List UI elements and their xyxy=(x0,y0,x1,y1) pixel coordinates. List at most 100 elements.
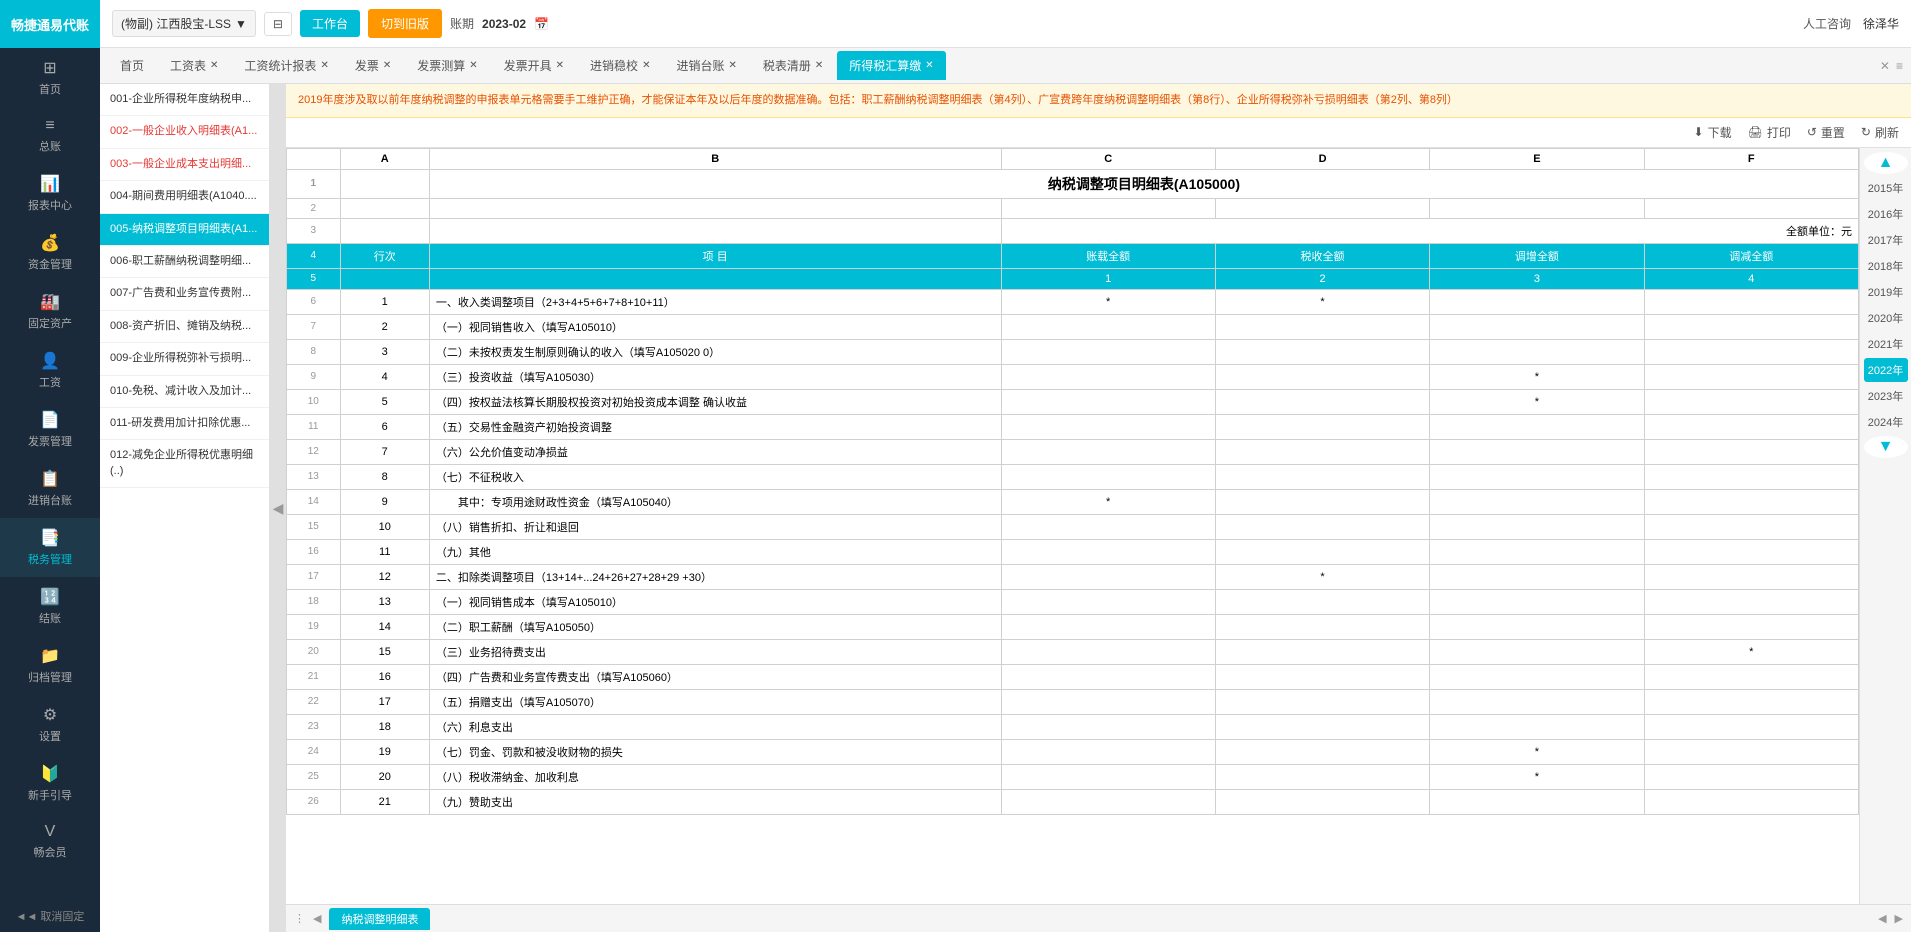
table-row: 13 8 （七）不征税收入 xyxy=(287,464,1859,489)
tab-menu-icon[interactable]: ≡ xyxy=(1896,59,1903,73)
sidebar-item-purchase-sales[interactable]: 📋 进销台账 xyxy=(0,459,100,518)
tab-salary[interactable]: 工资表 ✕ xyxy=(158,51,230,80)
archive-icon: 📁 xyxy=(40,646,60,666)
reset-button[interactable]: ↺ 重置 xyxy=(1807,124,1845,141)
tabbar: 首页 工资表 ✕ 工资统计报表 ✕ 发票 ✕ 发票测算 ✕ 发票开具 ✕ 进销稳… xyxy=(100,48,1911,84)
corner-cell xyxy=(287,148,341,169)
company-selector[interactable]: (物副) 江西股宝-LSS ▼ xyxy=(112,10,256,37)
tab-close-tax-calc[interactable]: ✕ xyxy=(925,60,933,71)
sidebar-item-guide[interactable]: 🔰 新手引导 xyxy=(0,754,100,813)
tab-close-all-icon[interactable]: ✕ xyxy=(1880,59,1890,73)
year-nav-up[interactable]: ▲ xyxy=(1864,152,1908,174)
sidebar-item-archive[interactable]: 📁 归档管理 xyxy=(0,636,100,695)
home-icon: ⊞ xyxy=(43,58,56,78)
sidebar-item-salary[interactable]: 👤 工资 xyxy=(0,341,100,400)
year-2015[interactable]: 2015年 xyxy=(1864,176,1908,200)
left-panel-item-010[interactable]: 010-免税、减计收入及加计... xyxy=(100,376,269,408)
tab-home[interactable]: 首页 xyxy=(108,51,156,80)
year-2023[interactable]: 2023年 xyxy=(1864,384,1908,408)
sidebar-item-ledger[interactable]: ≡ 总账 xyxy=(0,107,100,164)
spreadsheet[interactable]: A B C D E F 1 xyxy=(286,148,1859,905)
tab-purchase-check[interactable]: 进销稳校 ✕ xyxy=(578,51,662,80)
tab-salary-stat[interactable]: 工资统计报表 ✕ xyxy=(232,51,340,80)
left-panel-item-007[interactable]: 007-广告费和业务宣传费附... xyxy=(100,278,269,310)
sidebar-item-assets[interactable]: 🏭 固定资产 xyxy=(0,282,100,341)
year-2020[interactable]: 2020年 xyxy=(1864,306,1908,330)
left-panel-item-012[interactable]: 012-减免企业所得税优惠明细(..) xyxy=(100,440,269,488)
refresh-button[interactable]: ↻ 刷新 xyxy=(1861,124,1899,141)
copy-button[interactable]: ⊟ xyxy=(264,12,292,36)
row-number: 1 xyxy=(287,169,341,198)
reset-icon: ↺ xyxy=(1807,125,1817,139)
collapse-panel-button[interactable]: ◀ xyxy=(270,84,286,932)
sidebar-item-finance[interactable]: 💰 资金管理 xyxy=(0,223,100,282)
tab-purchase-ledger[interactable]: 进销台账 ✕ xyxy=(664,51,748,80)
tax-icon: 📑 xyxy=(40,528,60,548)
year-2018[interactable]: 2018年 xyxy=(1864,254,1908,278)
print-button[interactable]: 🖨 打印 xyxy=(1748,124,1791,141)
year-2016[interactable]: 2016年 xyxy=(1864,202,1908,226)
left-panel-item-005[interactable]: 005-纳税调整项目明细表(A1... xyxy=(100,214,269,246)
workbench-button[interactable]: 工作台 xyxy=(300,10,360,37)
left-panel-item-008[interactable]: 008-资产折旧、摊销及纳税... xyxy=(100,311,269,343)
left-panel-item-004[interactable]: 004-期间费用明细表(A1040.... xyxy=(100,181,269,213)
assets-icon: 🏭 xyxy=(40,292,60,312)
pin-button[interactable]: ◄◄ 取消固定 xyxy=(0,900,100,932)
sidebar-item-home[interactable]: ⊞ 首页 xyxy=(0,48,100,107)
tab-close-purchase-ledger[interactable]: ✕ xyxy=(728,60,736,71)
sidebar-item-settings[interactable]: ⚙ 设置 xyxy=(0,695,100,754)
sheet-tab[interactable]: 纳税调整明细表 xyxy=(329,908,430,930)
left-panel-item-001[interactable]: 001-企业所得税年度纳税申... xyxy=(100,84,269,116)
scroll-left-icon[interactable]: ◀ xyxy=(1878,912,1886,925)
left-panel-item-002[interactable]: 002-一般企业收入明细表(A1... xyxy=(100,116,269,148)
row-number: 4 xyxy=(287,243,341,268)
tab-close-invoice[interactable]: ✕ xyxy=(383,60,391,71)
tab-invoice-calc[interactable]: 发票测算 ✕ xyxy=(405,51,489,80)
year-2017[interactable]: 2017年 xyxy=(1864,228,1908,252)
year-2021[interactable]: 2021年 xyxy=(1864,332,1908,356)
support-label[interactable]: 人工咨询 xyxy=(1803,15,1851,32)
year-nav-down[interactable]: ▼ xyxy=(1864,436,1908,458)
tab-invoice-open[interactable]: 发票开具 ✕ xyxy=(492,51,576,80)
tab-close-salary-stat[interactable]: ✕ xyxy=(320,60,328,71)
purchase-sales-icon: 📋 xyxy=(40,469,60,489)
table-row: 16 11 （九）其他 xyxy=(287,539,1859,564)
tabbar-controls: ✕ ≡ xyxy=(1880,59,1903,73)
year-2022[interactable]: 2022年 xyxy=(1864,358,1908,382)
unit-label: 全额单位：元 xyxy=(1001,218,1858,243)
table-row: 10 5 （四）按权益法核算长期股权投资对初始投资成本调整 确认收益 * xyxy=(287,389,1859,414)
year-2024[interactable]: 2024年 xyxy=(1864,410,1908,434)
salary-icon: 👤 xyxy=(40,351,60,371)
tab-close-invoice-calc[interactable]: ✕ xyxy=(469,60,477,71)
table-subheader-row: 5 1 2 3 4 xyxy=(287,268,1859,289)
sidebar-item-invoice[interactable]: 📄 发票管理 xyxy=(0,400,100,459)
scroll-right-icon[interactable]: ▶ xyxy=(1895,912,1903,925)
table-row: 24 19 （七）罚金、罚款和被没收财物的损失 * xyxy=(287,739,1859,764)
tab-close-invoice-open[interactable]: ✕ xyxy=(556,60,564,71)
download-icon: ⬇ xyxy=(1694,125,1704,139)
topbar: (物副) 江西股宝-LSS ▼ ⊟ 工作台 切到旧版 账期 2023-02 📅 … xyxy=(100,0,1911,48)
sidebar-item-close[interactable]: 🔢 结账 xyxy=(0,577,100,636)
tab-tax-list[interactable]: 税表清册 ✕ xyxy=(751,51,835,80)
col-decrease-header: 调减全额 xyxy=(1644,243,1858,268)
left-panel-item-006[interactable]: 006-职工薪酬纳税调整明细... xyxy=(100,246,269,278)
left-panel-item-009[interactable]: 009-企业所得税弥补亏损明... xyxy=(100,343,269,375)
sidebar-item-tax[interactable]: 📑 税务管理 xyxy=(0,518,100,577)
tab-tax-calc[interactable]: 所得税汇算缴 ✕ xyxy=(837,51,945,80)
sidebar-item-report[interactable]: 📊 报表中心 xyxy=(0,164,100,223)
tab-close-tax-list[interactable]: ✕ xyxy=(815,60,823,71)
download-button[interactable]: ⬇ 下载 xyxy=(1694,124,1732,141)
tab-invoice[interactable]: 发票 ✕ xyxy=(343,51,403,80)
chevron-down-icon: ▼ xyxy=(235,17,247,31)
spreadsheet-wrapper: A B C D E F 1 xyxy=(286,148,1911,905)
year-2019[interactable]: 2019年 xyxy=(1864,280,1908,304)
switch-old-button[interactable]: 切到旧版 xyxy=(368,9,442,38)
left-panel-item-003[interactable]: 003-一般企业成本支出明细... xyxy=(100,149,269,181)
alert-text: 2019年度涉及取以前年度纳税调整的申报表单元格需要手工维护正确，才能保证本年及… xyxy=(298,94,1458,106)
tab-close-salary[interactable]: ✕ xyxy=(210,60,218,71)
data-table: A B C D E F 1 xyxy=(286,148,1859,815)
left-panel-item-011[interactable]: 011-研发费用加计扣除优惠... xyxy=(100,408,269,440)
sidebar-item-member[interactable]: V 畅会员 xyxy=(0,813,100,870)
col-lineno-header: 行次 xyxy=(340,243,429,268)
tab-close-purchase-check[interactable]: ✕ xyxy=(642,60,650,71)
